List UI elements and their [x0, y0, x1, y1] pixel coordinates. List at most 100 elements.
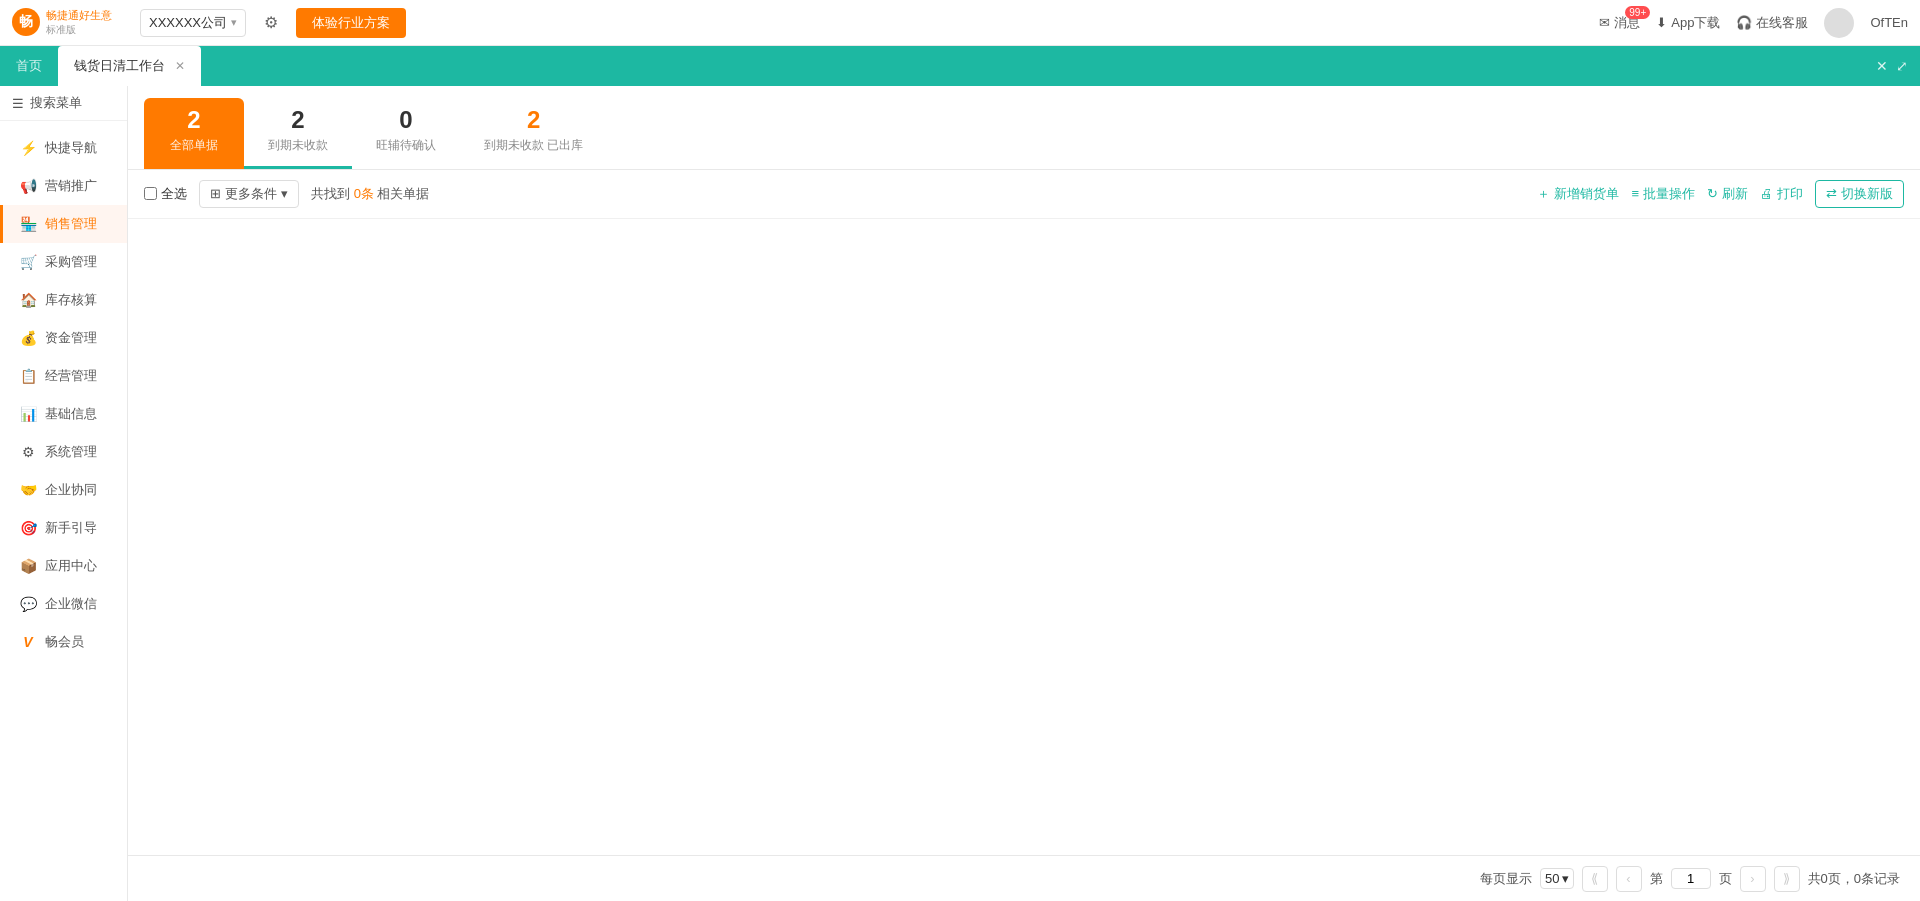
batch-icon: ≡	[1631, 186, 1639, 201]
select-all-checkbox[interactable]: 全选	[144, 185, 187, 203]
sidebar-item-marketing-label: 营销推广	[45, 177, 97, 195]
sidebar-top: ⚡ 快捷导航 📢 营销推广 🏪 销售管理 🛒 采购管理 🏠 库存核算 💰	[0, 121, 127, 669]
wechat-icon: 💬	[19, 595, 37, 613]
sidebar-item-operations[interactable]: 📋 经营管理	[0, 357, 127, 395]
sidebar-item-guide-label: 新手引导	[45, 519, 97, 537]
app-download-button[interactable]: ⬇ App下载	[1656, 14, 1720, 32]
filter-label: 更多条件	[225, 185, 277, 203]
sidebar-item-finance[interactable]: 💰 资金管理	[0, 319, 127, 357]
sidebar-item-quick-nav[interactable]: ⚡ 快捷导航	[0, 129, 127, 167]
prev-page-button[interactable]: ‹	[1616, 866, 1642, 892]
batch-label: 批量操作	[1643, 185, 1695, 203]
sidebar-item-cooperation-label: 企业协同	[45, 481, 97, 499]
message-button[interactable]: ✉ 消息 99+	[1599, 14, 1640, 32]
tab-work-bench[interactable]: 钱货日清工作台 ✕	[58, 46, 201, 86]
sidebar-item-marketing[interactable]: 📢 营销推广	[0, 167, 127, 205]
content-inner: 2 全部单据 2 到期未收款 0 旺辅待确认 2 到期未收款 已出库	[128, 86, 1920, 901]
sidebar-item-cooperation[interactable]: 🤝 企业协同	[0, 471, 127, 509]
sidebar-item-inventory-label: 库存核算	[45, 291, 97, 309]
service-icon: 🎧	[1736, 15, 1752, 30]
filter-chevron-icon: ▾	[281, 186, 288, 201]
logo-area: 畅 畅捷通好生意 标准版	[12, 8, 140, 36]
search-icon: ☰	[12, 96, 24, 111]
main-content: 2 全部单据 2 到期未收款 0 旺辅待确认 2 到期未收款 已出库	[128, 86, 1920, 901]
page-size-select[interactable]: 50 ▾	[1540, 868, 1573, 889]
close-window-icon[interactable]: ✕	[1876, 58, 1888, 74]
sidebar-item-inventory[interactable]: 🏠 库存核算	[0, 281, 127, 319]
top-header: 畅 畅捷通好生意 标准版 XXXXXX公司 ▾ ⚙ 体验行业方案 ✉ 消息 99…	[0, 0, 1920, 46]
stat-num-overdue-out: 2	[527, 106, 540, 135]
page-size-label: 每页显示	[1480, 870, 1532, 888]
add-sale-button[interactable]: ＋ 新增销货单	[1537, 185, 1619, 203]
refresh-icon: ↻	[1707, 186, 1718, 201]
switch-version-button[interactable]: ⇄ 切换新版	[1815, 180, 1904, 208]
sidebar-item-purchase[interactable]: 🛒 采购管理	[0, 243, 127, 281]
avatar-name: OfTEn	[1870, 15, 1908, 30]
refresh-button[interactable]: ↻ 刷新	[1707, 185, 1748, 203]
first-page-button[interactable]: ⟪	[1582, 866, 1608, 892]
quick-nav-icon: ⚡	[19, 139, 37, 157]
expand-window-icon[interactable]: ⤢	[1896, 58, 1908, 74]
search-menu-button[interactable]: ☰ 搜索菜单	[0, 86, 127, 121]
avatar[interactable]	[1824, 8, 1854, 38]
toolbar: 全选 ⊞ 更多条件 ▾ 共找到 0条 相关单据 ＋	[128, 170, 1920, 219]
cooperation-icon: 🤝	[19, 481, 37, 499]
tab-bar-actions: ✕ ⤢	[1876, 58, 1920, 74]
app-download-label: App下载	[1671, 14, 1720, 32]
print-label: 打印	[1777, 185, 1803, 203]
stat-tab-all[interactable]: 2 全部单据	[144, 98, 244, 169]
online-service-button[interactable]: 🎧 在线客服	[1736, 14, 1808, 32]
filter-icon: ⊞	[210, 186, 221, 201]
select-all-input[interactable]	[144, 187, 157, 200]
logo-icon: 畅	[12, 8, 40, 36]
layout: ☰ 搜索菜单 ⚡ 快捷导航 📢 营销推广 🏪 销售管理 🛒 采购管理 🏠	[0, 86, 1920, 901]
switch-icon: ⇄	[1826, 186, 1837, 201]
sidebar-item-system-label: 系统管理	[45, 443, 97, 461]
sidebar-item-base-info[interactable]: 📊 基础信息	[0, 395, 127, 433]
app-center-icon: 📦	[19, 557, 37, 575]
sidebar-item-wechat-label: 企业微信	[45, 595, 97, 613]
sidebar-item-guide[interactable]: 🎯 新手引导	[0, 509, 127, 547]
stat-tab-overdue[interactable]: 2 到期未收款	[244, 98, 352, 169]
inventory-icon: 🏠	[19, 291, 37, 309]
page-label: 第	[1650, 870, 1663, 888]
next-page-button[interactable]: ›	[1740, 866, 1766, 892]
sidebar-item-member[interactable]: V 畅会员	[0, 623, 127, 661]
page-number-input[interactable]	[1671, 868, 1711, 889]
trial-button[interactable]: 体验行业方案	[296, 8, 406, 38]
stat-num-pending: 0	[399, 106, 412, 135]
stats-bar: 2 全部单据 2 到期未收款 0 旺辅待确认 2 到期未收款 已出库	[128, 86, 1920, 170]
tab-home[interactable]: 首页	[0, 46, 58, 86]
sidebar-item-member-label: 畅会员	[45, 633, 84, 651]
message-icon: ✉	[1599, 15, 1610, 30]
print-icon: 🖨	[1760, 186, 1773, 201]
print-button[interactable]: 🖨 打印	[1760, 185, 1803, 203]
sidebar-item-sales[interactable]: 🏪 销售管理	[0, 205, 127, 243]
stat-tab-pending[interactable]: 0 旺辅待确认	[352, 98, 460, 169]
batch-button[interactable]: ≡ 批量操作	[1631, 185, 1695, 203]
table-area	[128, 219, 1920, 855]
last-page-button[interactable]: ⟫	[1774, 866, 1800, 892]
stat-label-all: 全部单据	[170, 137, 218, 154]
finance-icon: 💰	[19, 329, 37, 347]
total-info: 共0页，0条记录	[1808, 870, 1900, 888]
sidebar-item-app-center-label: 应用中心	[45, 557, 97, 575]
sidebar-item-base-info-label: 基础信息	[45, 405, 97, 423]
page-label-2: 页	[1719, 870, 1732, 888]
add-icon: ＋	[1537, 185, 1550, 203]
system-icon: ⚙	[19, 443, 37, 461]
sidebar-item-wechat[interactable]: 💬 企业微信	[0, 585, 127, 623]
sidebar-item-sales-label: 销售管理	[45, 215, 97, 233]
tab-close-icon[interactable]: ✕	[175, 59, 185, 73]
found-text: 共找到 0条 相关单据	[311, 185, 429, 203]
stat-tab-overdue-out[interactable]: 2 到期未收款 已出库	[460, 98, 607, 169]
stat-num-all: 2	[187, 106, 200, 135]
chevron-down-icon: ▾	[231, 16, 237, 29]
settings-button[interactable]: ⚙	[256, 8, 286, 38]
sidebar-item-app-center[interactable]: 📦 应用中心	[0, 547, 127, 585]
online-service-label: 在线客服	[1756, 14, 1808, 32]
company-selector[interactable]: XXXXXX公司 ▾	[140, 9, 246, 37]
filter-button[interactable]: ⊞ 更多条件 ▾	[199, 180, 299, 208]
stat-label-pending: 旺辅待确认	[376, 137, 436, 154]
sidebar-item-system[interactable]: ⚙ 系统管理	[0, 433, 127, 471]
